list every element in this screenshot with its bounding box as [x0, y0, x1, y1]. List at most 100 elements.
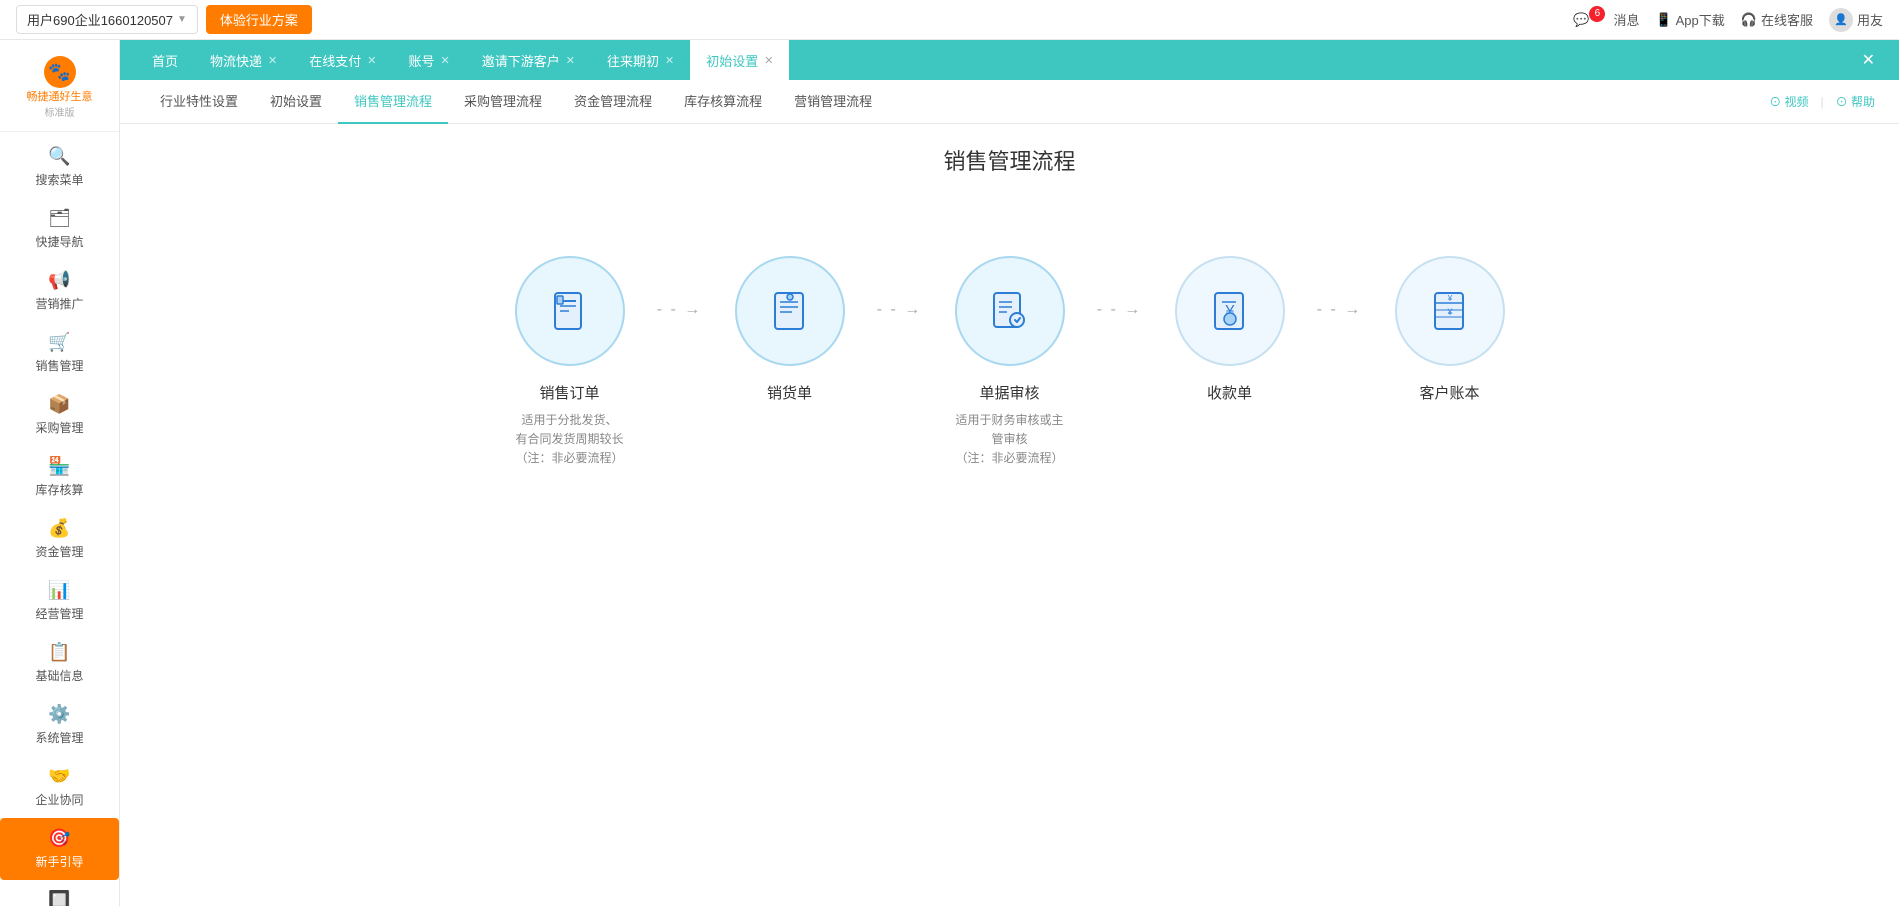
avatar: 👤: [1829, 8, 1853, 32]
nav-tab-logistics[interactable]: 物流快递 ✕: [194, 40, 293, 80]
operation-icon: 📊: [48, 580, 70, 601]
collab-icon: 🤝: [48, 766, 70, 787]
logo-symbol: 🐾: [48, 62, 70, 83]
top-bar: 用户690企业1660120507 ▼ 体验行业方案 💬 6 消息 📱 App下…: [0, 0, 1899, 40]
sidebar-label-guide: 新手引导: [35, 853, 83, 870]
sidebar-item-apps[interactable]: 🔲 应用中心: [0, 880, 119, 906]
flow-item-account-book: ¥ ¥ 客户账本: [1370, 256, 1530, 411]
finance-icon: 💰: [48, 518, 70, 539]
svg-text:¥: ¥: [1446, 294, 1452, 303]
sidebar-label-purchase: 采购管理: [35, 419, 83, 436]
flow-item-receipt: ¥ 收款单: [1150, 256, 1310, 411]
guide-icon: 🎯: [48, 828, 70, 849]
logo-text: 畅捷通好生意: [27, 90, 93, 104]
layout: 🐾 畅捷通好生意 标准版 🔍 搜索菜单 🗂 快捷导航 📢 营销推广 🛒 销售管理…: [0, 40, 1899, 906]
sidebar-logo: 🐾 畅捷通好生意 标准版: [0, 48, 119, 132]
customer-service-item[interactable]: 🎧 在线客服: [1741, 10, 1813, 29]
sub-tab-marketing-flow-label: 营销管理流程: [794, 91, 872, 110]
sidebar-item-search[interactable]: 🔍 搜索菜单: [0, 136, 119, 198]
logo-icon: 🐾: [44, 56, 76, 88]
trial-button[interactable]: 体验行业方案: [206, 5, 312, 34]
sub-tab-purchase-flow[interactable]: 采购管理流程: [448, 80, 558, 124]
sub-tab-actions: ⊙ 视频 | ⊙ 帮助: [1769, 93, 1875, 110]
flow-circle-receipt: ¥: [1175, 256, 1285, 366]
sub-tab-stock-flow[interactable]: 库存核算流程: [668, 80, 778, 124]
app-icon: 📱: [1655, 12, 1671, 28]
sidebar-label-basic: 基础信息: [35, 667, 83, 684]
sidebar-item-stock[interactable]: 🏪 库存核算: [0, 446, 119, 508]
nav-tab-period-close[interactable]: ✕: [665, 54, 674, 67]
nav-tab-init[interactable]: 初始设置 ✕: [690, 40, 789, 80]
nav-tab-invite-close[interactable]: ✕: [566, 54, 575, 67]
top-bar-left: 用户690企业1660120507 ▼ 体验行业方案: [16, 5, 312, 34]
nav-tab-home[interactable]: 首页: [136, 40, 194, 80]
sidebar-item-guide[interactable]: 🎯 新手引导: [0, 818, 119, 880]
sub-tab-marketing-flow[interactable]: 营销管理流程: [778, 80, 888, 124]
nav-tab-invite[interactable]: 邀请下游客户 ✕: [466, 40, 591, 80]
service-label: 在线客服: [1761, 10, 1813, 29]
headphone-icon: 🎧: [1741, 12, 1757, 28]
nav-tab-init-close[interactable]: ✕: [764, 54, 773, 67]
nav-tab-payment[interactable]: 在线支付 ✕: [293, 40, 392, 80]
message-badge: 6: [1589, 6, 1605, 22]
flow-label-account-book: 客户账本: [1419, 382, 1479, 403]
nav-tab-account-close[interactable]: ✕: [441, 54, 450, 67]
flow-item-sales-bill: 销货单: [710, 256, 870, 411]
sidebar-item-marketing[interactable]: 📢 营销推广: [0, 260, 119, 322]
sidebar-label-system: 系统管理: [35, 729, 83, 746]
help-action[interactable]: ⊙ 帮助: [1836, 93, 1875, 110]
sub-tab-initial[interactable]: 初始设置: [254, 80, 338, 124]
app-label: App下载: [1676, 10, 1725, 29]
sidebar-label-finance: 资金管理: [35, 543, 83, 560]
app-download-item[interactable]: 📱 App下载: [1655, 10, 1724, 29]
nav-tab-invite-label: 邀请下游客户: [482, 51, 560, 70]
message-item[interactable]: 💬 6 消息: [1573, 10, 1639, 29]
marketing-icon: 📢: [48, 270, 70, 291]
flow-arrow-3: - - →: [1090, 256, 1150, 319]
flow-label-receipt: 收款单: [1207, 382, 1252, 403]
nav-tab-payment-label: 在线支付: [309, 51, 361, 70]
flow-arrow-1: - - →: [650, 256, 710, 319]
nav-tab-logistics-label: 物流快递: [210, 51, 262, 70]
sidebar-item-collab[interactable]: 🤝 企业协同: [0, 756, 119, 818]
flow-circle-audit: [955, 256, 1065, 366]
flow-label-audit: 单据审核: [979, 382, 1039, 403]
sidebar-item-operation[interactable]: 📊 经营管理: [0, 570, 119, 632]
nav-tab-payment-close[interactable]: ✕: [367, 54, 376, 67]
sidebar-item-basic[interactable]: 📋 基础信息: [0, 632, 119, 694]
flow-label-sales-order: 销售订单: [539, 382, 599, 403]
sub-tab-sales-flow[interactable]: 销售管理流程: [338, 80, 448, 124]
user-profile-item[interactable]: 👤 用友: [1829, 8, 1883, 32]
logo-sub: 标准版: [45, 104, 75, 119]
close-all-icon[interactable]: ✕: [1854, 50, 1883, 70]
sub-tab-purchase-flow-label: 采购管理流程: [464, 91, 542, 110]
nav-tab-period[interactable]: 往来期初 ✕: [591, 40, 690, 80]
sidebar-label-marketing: 营销推广: [35, 295, 83, 312]
sidebar-item-finance[interactable]: 💰 资金管理: [0, 508, 119, 570]
nav-tab-home-label: 首页: [152, 51, 178, 70]
sidebar-item-quick[interactable]: 🗂 快捷导航: [0, 198, 119, 260]
sidebar-item-purchase[interactable]: 📦 采购管理: [0, 384, 119, 446]
user-selector[interactable]: 用户690企业1660120507 ▼: [16, 5, 198, 34]
nav-tab-account-label: 账号: [408, 51, 434, 70]
chevron-down-icon: ▼: [177, 14, 187, 25]
nav-tab-init-label: 初始设置: [706, 51, 758, 70]
message-icon: 💬: [1573, 12, 1589, 28]
sidebar-label-quick: 快捷导航: [35, 233, 83, 250]
page-title: 销售管理流程: [160, 144, 1859, 176]
sub-tab-finance-flow[interactable]: 资金管理流程: [558, 80, 668, 124]
sidebar-item-system[interactable]: ⚙️ 系统管理: [0, 694, 119, 756]
main-content: 首页 物流快递 ✕ 在线支付 ✕ 账号 ✕ 邀请下游客户 ✕ 往来期初 ✕: [120, 40, 1899, 906]
nav-tabs: 首页 物流快递 ✕ 在线支付 ✕ 账号 ✕ 邀请下游客户 ✕ 往来期初 ✕: [120, 40, 1899, 80]
sub-tabs: 行业特性设置 初始设置 销售管理流程 采购管理流程 资金管理流程 库存核算流程 …: [120, 80, 1899, 124]
sub-tab-industry[interactable]: 行业特性设置: [144, 80, 254, 124]
sub-tab-finance-flow-label: 资金管理流程: [574, 91, 652, 110]
sub-tab-initial-label: 初始设置: [270, 91, 322, 110]
nav-tab-logistics-close[interactable]: ✕: [268, 54, 277, 67]
nav-tab-account[interactable]: 账号 ✕: [392, 40, 465, 80]
divider: |: [1821, 95, 1824, 109]
sidebar-item-sales[interactable]: 🛒 销售管理: [0, 322, 119, 384]
sub-tab-stock-flow-label: 库存核算流程: [684, 91, 762, 110]
video-action[interactable]: ⊙ 视频: [1769, 93, 1808, 110]
sidebar-label-stock: 库存核算: [35, 481, 83, 498]
